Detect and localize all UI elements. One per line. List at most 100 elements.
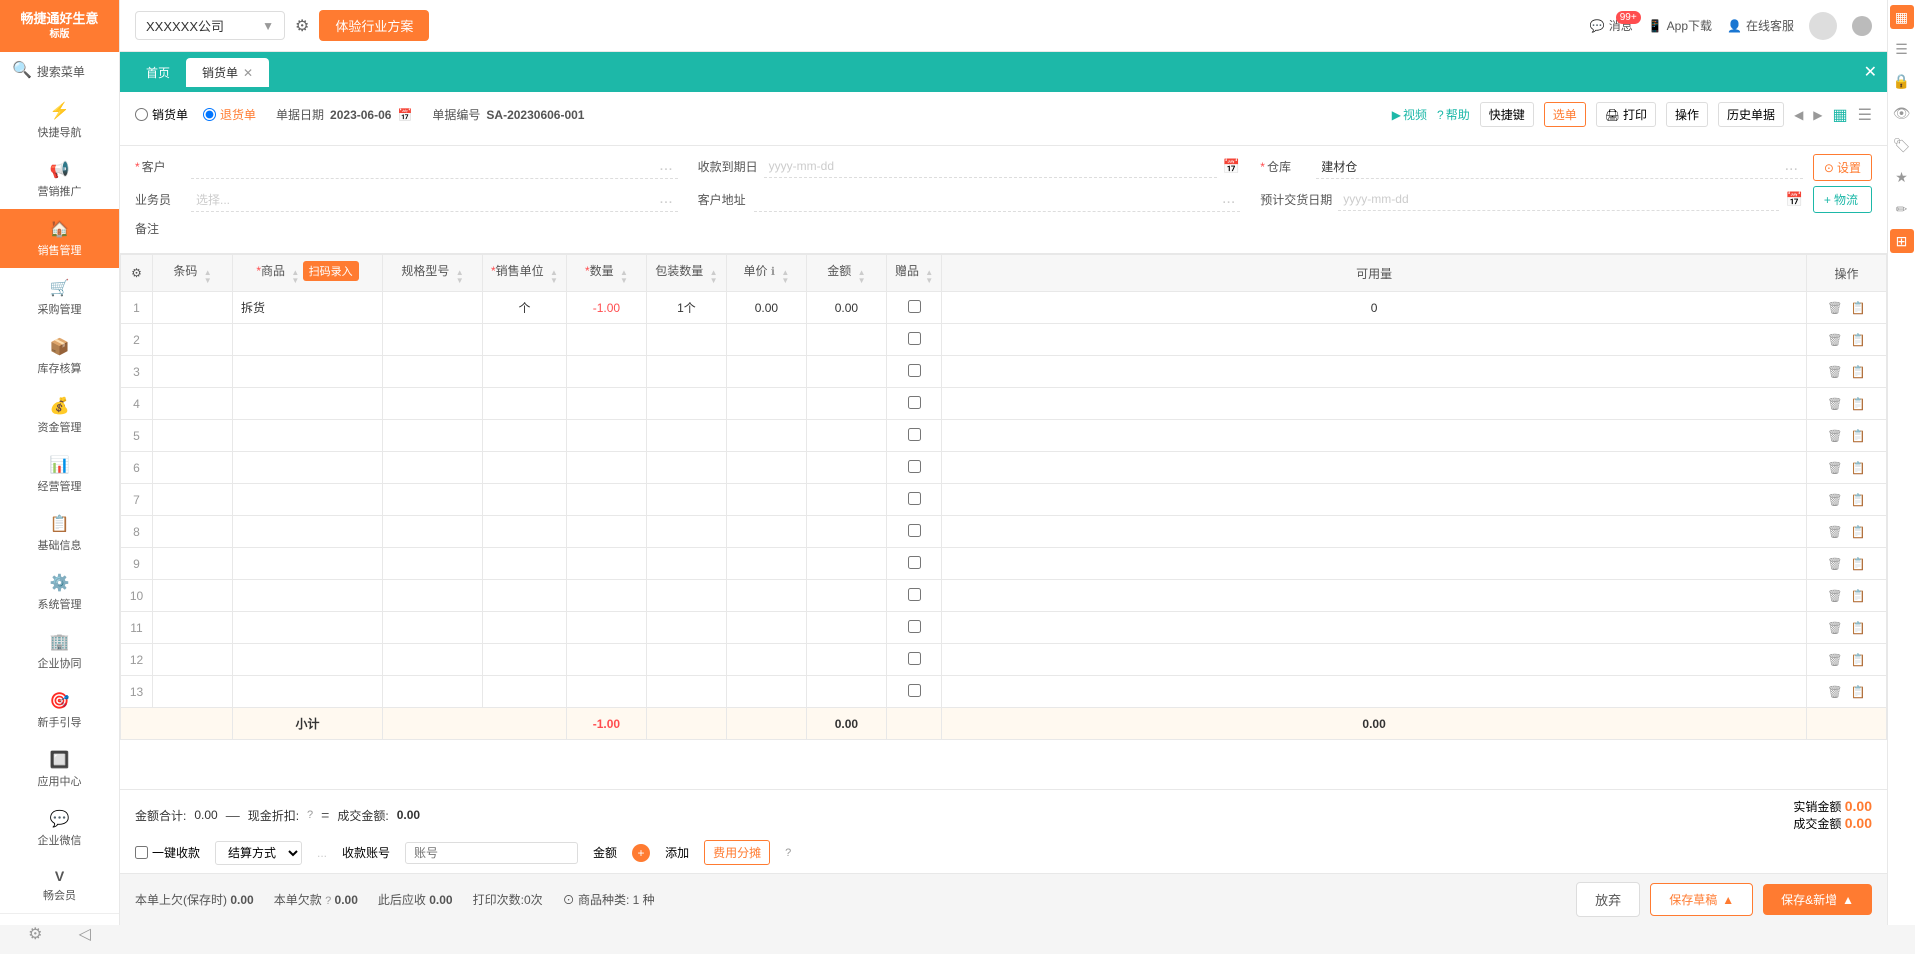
cell-spec[interactable]: [383, 452, 483, 484]
company-selector[interactable]: XXXXXX公司 ▼: [135, 11, 285, 40]
cell-gift[interactable]: [886, 676, 941, 708]
tab-bar-close-icon[interactable]: ✕: [1864, 62, 1877, 82]
add-payment-button[interactable]: +: [632, 844, 650, 862]
cell-unit[interactable]: [483, 324, 567, 356]
cell-amount[interactable]: [806, 676, 886, 708]
copy-icon[interactable]: 📋: [1851, 429, 1866, 443]
barcode-sort[interactable]: ▲▼: [204, 269, 212, 285]
right-tool-tag[interactable]: 🏷: [1890, 133, 1914, 157]
cell-barcode[interactable]: [153, 452, 233, 484]
cell-unit[interactable]: [483, 676, 567, 708]
print-btn[interactable]: 🖨 打印: [1596, 102, 1656, 127]
cell-pack-qty[interactable]: [646, 484, 726, 516]
cell-pack-qty[interactable]: [646, 676, 726, 708]
amount-sort[interactable]: ▲▼: [858, 269, 866, 285]
cell-gift[interactable]: [886, 516, 941, 548]
delete-icon[interactable]: 🗑: [1827, 397, 1842, 411]
right-tool-star[interactable]: ★: [1890, 165, 1914, 189]
cell-spec[interactable]: [383, 292, 483, 324]
sidebar-item-inventory[interactable]: 📦 库存核算: [0, 327, 119, 386]
sidebar-item-marketing[interactable]: 📢 营销推广: [0, 150, 119, 209]
cell-barcode[interactable]: [153, 580, 233, 612]
unit-price-info-icon[interactable]: ℹ: [771, 266, 775, 278]
cell-pack-qty[interactable]: 1个: [646, 292, 726, 324]
settlement-dots-icon[interactable]: ...: [317, 846, 327, 860]
right-tool-grid[interactable]: ▦: [1890, 5, 1914, 29]
cell-quantity[interactable]: [566, 644, 646, 676]
avatar[interactable]: [1809, 12, 1837, 40]
cell-unit[interactable]: [483, 388, 567, 420]
cell-gift[interactable]: [886, 580, 941, 612]
sidebar-item-member[interactable]: V 畅会员: [0, 858, 119, 913]
delete-icon[interactable]: 🗑: [1827, 461, 1842, 475]
cell-pack-qty[interactable]: [646, 612, 726, 644]
right-tool-list[interactable]: ☰: [1890, 37, 1914, 61]
cell-spec[interactable]: [383, 420, 483, 452]
delete-icon[interactable]: 🗑: [1827, 493, 1842, 507]
sidebar-item-guide[interactable]: 🎯 新手引导: [0, 681, 119, 740]
expense-split-button[interactable]: 费用分摊: [704, 840, 770, 865]
cell-amount[interactable]: 0.00: [806, 292, 886, 324]
cell-product[interactable]: [233, 580, 383, 612]
delete-icon[interactable]: 🗑: [1827, 525, 1842, 539]
cell-amount[interactable]: [806, 324, 886, 356]
message-button[interactable]: 💬 消息 99+: [1590, 17, 1633, 34]
sidebar-item-enterprise[interactable]: 🏢 企业协同: [0, 622, 119, 681]
cell-pack-qty[interactable]: [646, 452, 726, 484]
delete-icon[interactable]: 🗑: [1827, 621, 1842, 635]
cell-amount[interactable]: [806, 420, 886, 452]
customer-dots-icon[interactable]: ...: [659, 157, 672, 175]
cell-gift[interactable]: [886, 484, 941, 516]
due-date-input[interactable]: yyyy-mm-dd: [764, 156, 1217, 178]
gift-sort[interactable]: ▲▼: [925, 269, 933, 285]
copy-icon[interactable]: 📋: [1851, 461, 1866, 475]
cell-spec[interactable]: [383, 484, 483, 516]
cell-pack-qty[interactable]: [646, 548, 726, 580]
cell-product[interactable]: [233, 676, 383, 708]
cell-pack-qty[interactable]: [646, 644, 726, 676]
settings-button[interactable]: ⊙ 设置: [1813, 154, 1872, 181]
cell-unit-price[interactable]: [726, 580, 806, 612]
cell-product[interactable]: [233, 548, 383, 580]
cell-unit-price[interactable]: [726, 612, 806, 644]
cell-pack-qty[interactable]: [646, 516, 726, 548]
cell-unit[interactable]: 个: [483, 292, 567, 324]
right-tool-eye[interactable]: 👁: [1890, 101, 1914, 125]
cell-barcode[interactable]: [153, 612, 233, 644]
right-tool-orange[interactable]: ⊞: [1890, 229, 1914, 253]
delete-icon[interactable]: 🗑: [1827, 333, 1842, 347]
cell-amount[interactable]: [806, 580, 886, 612]
copy-icon[interactable]: 📋: [1851, 365, 1866, 379]
cell-product[interactable]: [233, 644, 383, 676]
tab-close-icon[interactable]: ✕: [243, 66, 253, 80]
delete-icon[interactable]: 🗑: [1827, 653, 1842, 667]
cell-unit[interactable]: [483, 452, 567, 484]
delete-icon[interactable]: 🗑: [1827, 557, 1842, 571]
app-download-button[interactable]: 📱 App下载: [1648, 17, 1712, 34]
cell-unit[interactable]: [483, 548, 567, 580]
cell-product[interactable]: [233, 420, 383, 452]
settings-icon[interactable]: ⚙: [295, 16, 309, 36]
cell-unit[interactable]: [483, 356, 567, 388]
scan-button[interactable]: 扫码录入: [303, 261, 359, 281]
cell-pack-qty[interactable]: [646, 388, 726, 420]
cell-barcode[interactable]: [153, 484, 233, 516]
save-new-button[interactable]: 保存&新增 ▲: [1763, 884, 1872, 915]
view-list-icon[interactable]: ☰: [1858, 105, 1872, 125]
total-owed-info-icon[interactable]: ?: [325, 895, 331, 907]
settlement-method-select[interactable]: 结算方式: [215, 841, 302, 865]
shortcut-btn[interactable]: 快捷键: [1480, 102, 1534, 127]
spec-sort[interactable]: ▲▼: [456, 269, 464, 285]
copy-icon[interactable]: 📋: [1851, 493, 1866, 507]
sidebar-collapse-icon[interactable]: ◁: [79, 924, 91, 944]
cell-unit[interactable]: [483, 644, 567, 676]
history-btn[interactable]: 历史单据: [1718, 102, 1784, 127]
cell-spec[interactable]: [383, 644, 483, 676]
tab-home[interactable]: 首页: [130, 58, 186, 87]
sidebar-item-purchase[interactable]: 🛒 采购管理: [0, 268, 119, 327]
cell-product[interactable]: [233, 452, 383, 484]
cell-gift[interactable]: [886, 292, 941, 324]
cell-quantity[interactable]: [566, 676, 646, 708]
cell-spec[interactable]: [383, 548, 483, 580]
copy-icon[interactable]: 📋: [1851, 397, 1866, 411]
